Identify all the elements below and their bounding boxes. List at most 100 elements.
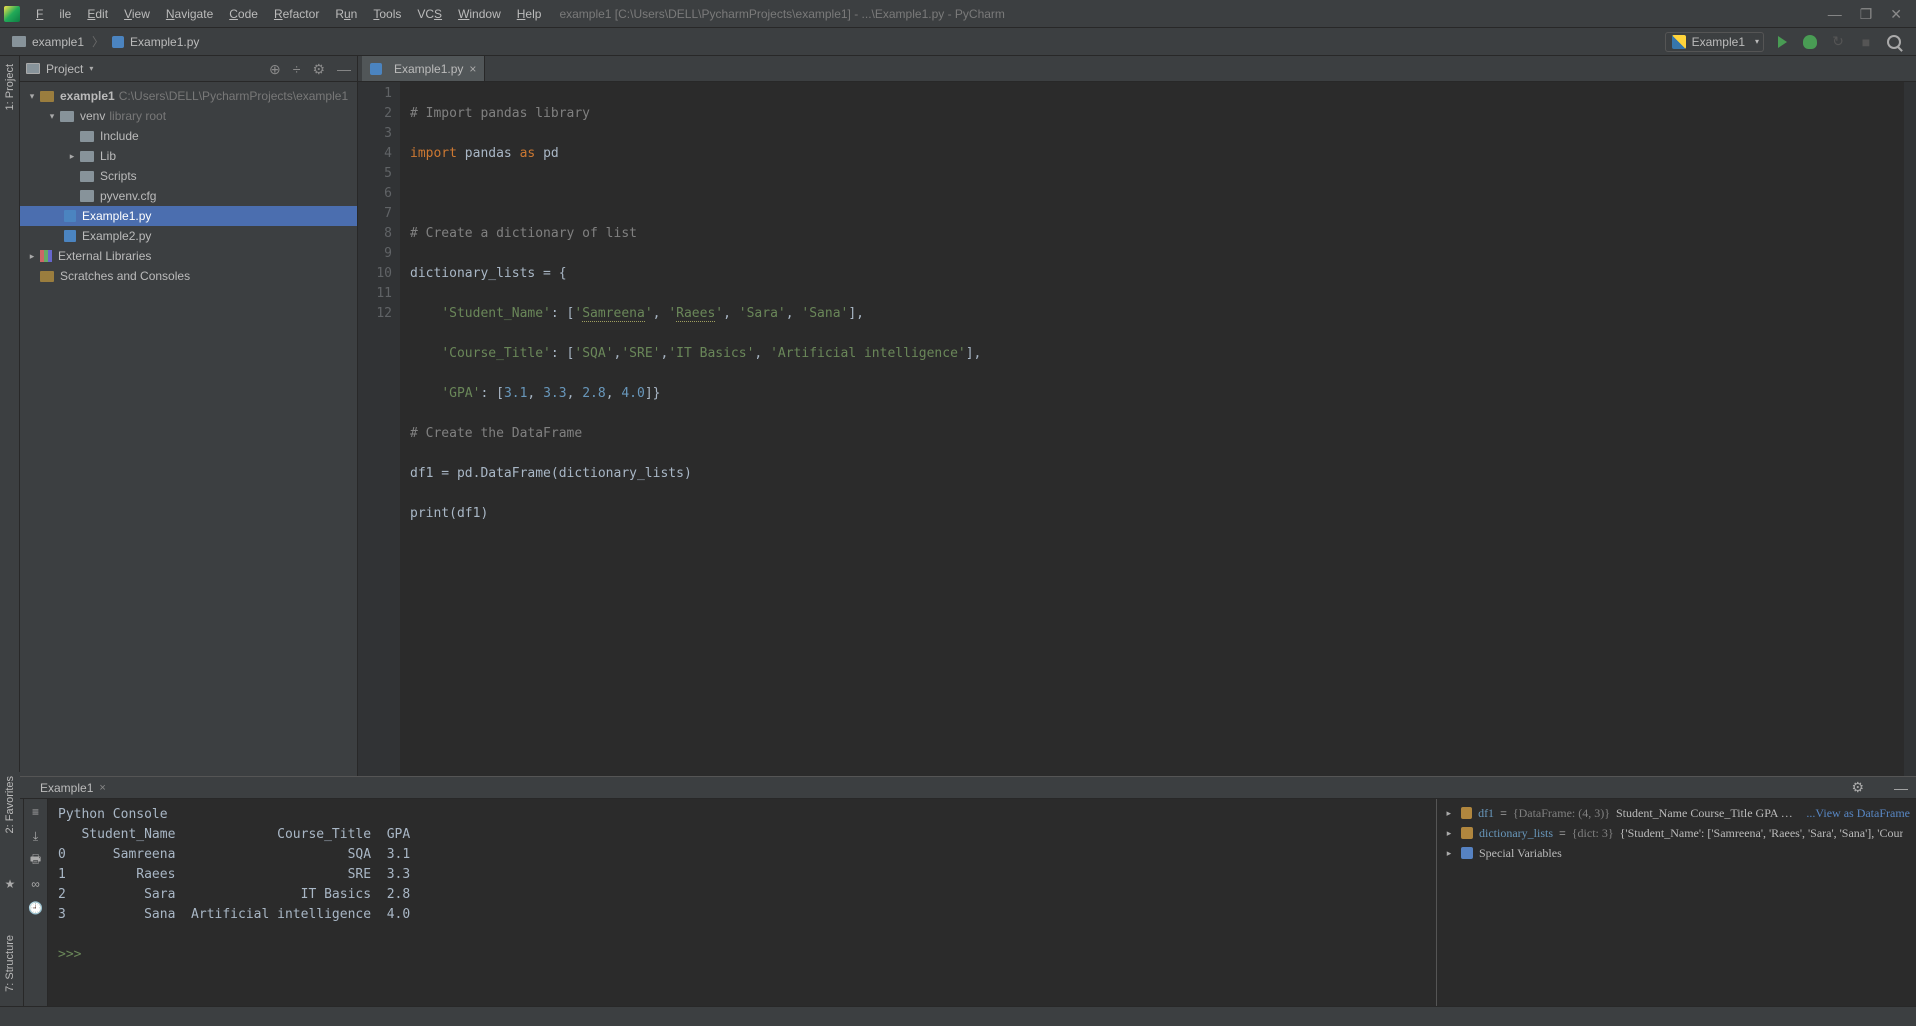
tool-window: Example1 × ⚙ — ↻ 🐞 ⚙ ≡ ⤓ 🖶 ∞ 🕘 Python Co… (0, 776, 1916, 1006)
close-icon[interactable]: ✕ (1890, 0, 1902, 28)
project-tree: example1 C:\Users\DELL\PycharmProjects\e… (20, 82, 357, 776)
python-icon (1672, 35, 1686, 49)
expand-icon[interactable] (44, 111, 60, 122)
menu-tools[interactable]: Tools (365, 0, 409, 28)
print-button[interactable]: 🖶 (27, 851, 45, 869)
chevron-down-icon[interactable]: ▾ (89, 64, 93, 73)
show-vars-button[interactable]: ∞ (27, 875, 45, 893)
folder-icon (60, 111, 74, 122)
python-file-icon (64, 210, 76, 222)
history-button[interactable]: 🕘 (27, 899, 45, 917)
editor-tab-example1[interactable]: Example1.py × (362, 56, 485, 81)
toolbar: Example1 ↻ ■ (1665, 32, 1910, 52)
expand-icon[interactable] (1443, 808, 1455, 819)
variables-panel: df1 = {DataFrame: (4, 3)} Student_Name C… (1436, 799, 1916, 1006)
menu-run[interactable]: Run (327, 0, 365, 28)
stop-icon: ■ (1862, 34, 1870, 50)
expand-icon[interactable] (1443, 848, 1455, 859)
folder-icon (40, 91, 54, 102)
menu-vcs[interactable]: VCS (409, 0, 450, 28)
var-df1[interactable]: df1 = {DataFrame: (4, 3)} Student_Name C… (1443, 803, 1910, 823)
minimize-icon[interactable]: — (1828, 0, 1842, 28)
editor-body: 123456789101112 # Import pandas library … (358, 82, 1916, 776)
run-with-coverage-button[interactable]: ↻ (1828, 32, 1848, 52)
breadcrumb-separator: 〉 (90, 33, 106, 50)
menu-bar: File Edit View Navigate Code Refactor Ru… (28, 0, 549, 28)
collapse-icon[interactable]: ÷ (293, 62, 301, 76)
tool-tab-example1[interactable]: Example1 × (30, 777, 116, 799)
folder-icon (80, 171, 94, 182)
folder-icon (80, 131, 94, 142)
expand-icon[interactable] (24, 251, 40, 262)
tree-external-libraries[interactable]: External Libraries (20, 246, 357, 266)
tree-lib[interactable]: Lib (20, 146, 357, 166)
tree-scratches[interactable]: Scratches and Consoles (20, 266, 357, 286)
locate-icon[interactable]: ⊕ (269, 62, 281, 76)
menu-file[interactable]: File (28, 0, 79, 28)
tree-example2[interactable]: Example2.py (20, 226, 357, 246)
tree-root[interactable]: example1 C:\Users\DELL\PycharmProjects\e… (20, 86, 357, 106)
library-icon (40, 250, 52, 262)
hide-icon[interactable]: — (337, 62, 351, 76)
menu-view[interactable]: View (116, 0, 158, 28)
hide-icon[interactable]: — (1894, 780, 1908, 796)
menu-code[interactable]: Code (221, 0, 266, 28)
expand-icon[interactable] (24, 91, 40, 102)
line-gutter: 123456789101112 (358, 82, 400, 776)
debug-button[interactable] (1800, 32, 1820, 52)
expand-icon[interactable] (64, 151, 80, 162)
run-button[interactable] (1772, 32, 1792, 52)
run-config-selector[interactable]: Example1 (1665, 32, 1764, 52)
project-tool-tab[interactable]: 1: Project (4, 60, 16, 114)
variable-icon (1461, 807, 1473, 819)
project-panel: Project ▾ ⊕ ÷ ⚙ — example1 C:\Users\DELL… (20, 56, 358, 776)
variable-icon (1461, 847, 1473, 859)
expand-icon[interactable] (1443, 828, 1455, 839)
maximize-icon[interactable]: ❐ (1860, 0, 1873, 28)
var-dictionary-lists[interactable]: dictionary_lists = {dict: 3} {'Student_N… (1443, 823, 1910, 843)
close-tab-icon[interactable]: × (99, 782, 105, 794)
favorites-tool-tab[interactable]: 2: Favorites (4, 772, 16, 837)
console-toolbar-2: ≡ ⤓ 🖶 ∞ 🕘 (24, 799, 48, 1006)
toggle-soft-wrap-button[interactable]: ≡ (27, 803, 45, 821)
project-panel-toolbar: ⊕ ÷ ⚙ — (269, 62, 351, 76)
var-special[interactable]: Special Variables (1443, 843, 1910, 863)
close-tab-icon[interactable]: × (469, 62, 476, 76)
tree-include[interactable]: Include (20, 126, 357, 146)
breadcrumb-project[interactable]: example1 (6, 35, 90, 49)
structure-tool-tab[interactable]: 7: Structure (4, 931, 16, 996)
menu-edit[interactable]: Edit (79, 0, 116, 28)
status-bar (0, 1006, 1916, 1026)
project-panel-header: Project ▾ ⊕ ÷ ⚙ — (20, 56, 357, 82)
editor-tabs: Example1.py × (358, 56, 1916, 82)
file-icon (80, 190, 94, 202)
code-editor[interactable]: # Import pandas library import pandas as… (400, 82, 1904, 776)
search-icon (1887, 35, 1901, 49)
tree-scripts[interactable]: Scripts (20, 166, 357, 186)
title-bar: File Edit View Navigate Code Refactor Ru… (0, 0, 1916, 28)
tree-pyvenv[interactable]: pyvenv.cfg (20, 186, 357, 206)
project-icon (26, 63, 40, 74)
stop-button: ■ (1856, 32, 1876, 52)
console-output[interactable]: Python Console Student_Name Course_Title… (48, 799, 1436, 1006)
scroll-to-end-button[interactable]: ⤓ (27, 827, 45, 845)
menu-navigate[interactable]: Navigate (158, 0, 221, 28)
navigation-bar: example1 〉 Example1.py Example1 ↻ ■ (0, 28, 1916, 56)
menu-refactor[interactable]: Refactor (266, 0, 327, 28)
menu-help[interactable]: Help (509, 0, 550, 28)
view-as-dataframe-link[interactable]: ...View as DataFrame (1806, 806, 1910, 821)
python-file-icon (370, 63, 382, 75)
folder-icon (12, 36, 26, 47)
editor-area: Example1.py × 123456789101112 # Import p… (358, 56, 1916, 776)
tree-example1[interactable]: Example1.py (20, 206, 357, 226)
search-everywhere-button[interactable] (1884, 32, 1904, 52)
gear-icon[interactable]: ⚙ (312, 62, 325, 76)
coverage-icon: ↻ (1832, 33, 1844, 50)
breadcrumb-file[interactable]: Example1.py (106, 35, 205, 49)
tree-venv[interactable]: venv library root (20, 106, 357, 126)
editor-right-gutter (1904, 82, 1916, 776)
tool-window-tabs: Example1 × ⚙ — (0, 777, 1916, 799)
menu-window[interactable]: Window (450, 0, 509, 28)
gear-icon[interactable]: ⚙ (1851, 779, 1864, 796)
project-panel-title: Project (46, 62, 83, 76)
